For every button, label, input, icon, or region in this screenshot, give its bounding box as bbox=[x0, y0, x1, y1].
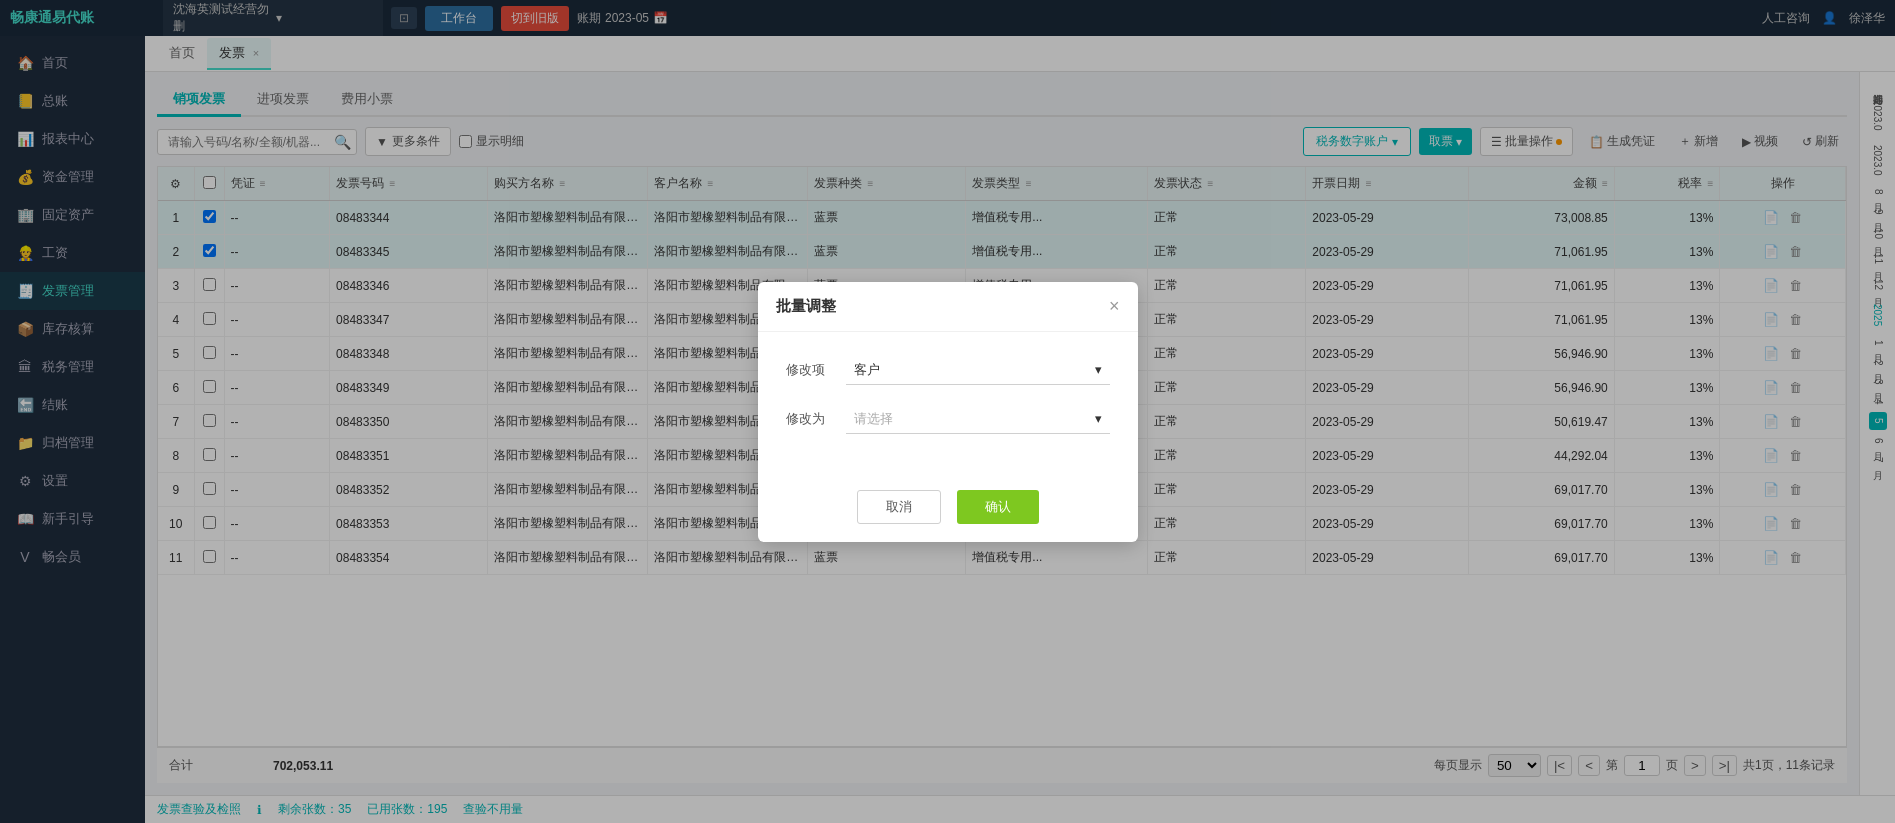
modal-title: 批量调整 bbox=[776, 297, 836, 316]
change-to-select[interactable]: 请选择 ▾ bbox=[846, 405, 1110, 434]
change-to-placeholder: 请选择 bbox=[854, 410, 893, 428]
batch-adjust-modal: 批量调整 × 修改项 客户 ▾ 修改为 请选择 ▾ 取消 确认 bbox=[758, 282, 1138, 542]
cancel-button[interactable]: 取消 bbox=[857, 490, 941, 524]
confirm-button[interactable]: 确认 bbox=[957, 490, 1039, 524]
field-row: 修改项 客户 ▾ bbox=[786, 356, 1110, 385]
modal-body: 修改项 客户 ▾ 修改为 请选择 ▾ bbox=[758, 332, 1138, 478]
field-select[interactable]: 客户 ▾ bbox=[846, 356, 1110, 385]
modal-footer: 取消 确认 bbox=[758, 478, 1138, 542]
modal-close-button[interactable]: × bbox=[1109, 296, 1120, 317]
change-to-chevron-icon: ▾ bbox=[1095, 411, 1102, 426]
field-chevron-icon: ▾ bbox=[1095, 362, 1102, 377]
change-to-label: 修改为 bbox=[786, 410, 846, 428]
modal-overlay: 批量调整 × 修改项 客户 ▾ 修改为 请选择 ▾ 取消 确认 bbox=[0, 0, 1895, 823]
modal-header: 批量调整 × bbox=[758, 282, 1138, 332]
field-label: 修改项 bbox=[786, 361, 846, 379]
field-value: 客户 bbox=[854, 361, 880, 379]
change-to-row: 修改为 请选择 ▾ bbox=[786, 405, 1110, 434]
